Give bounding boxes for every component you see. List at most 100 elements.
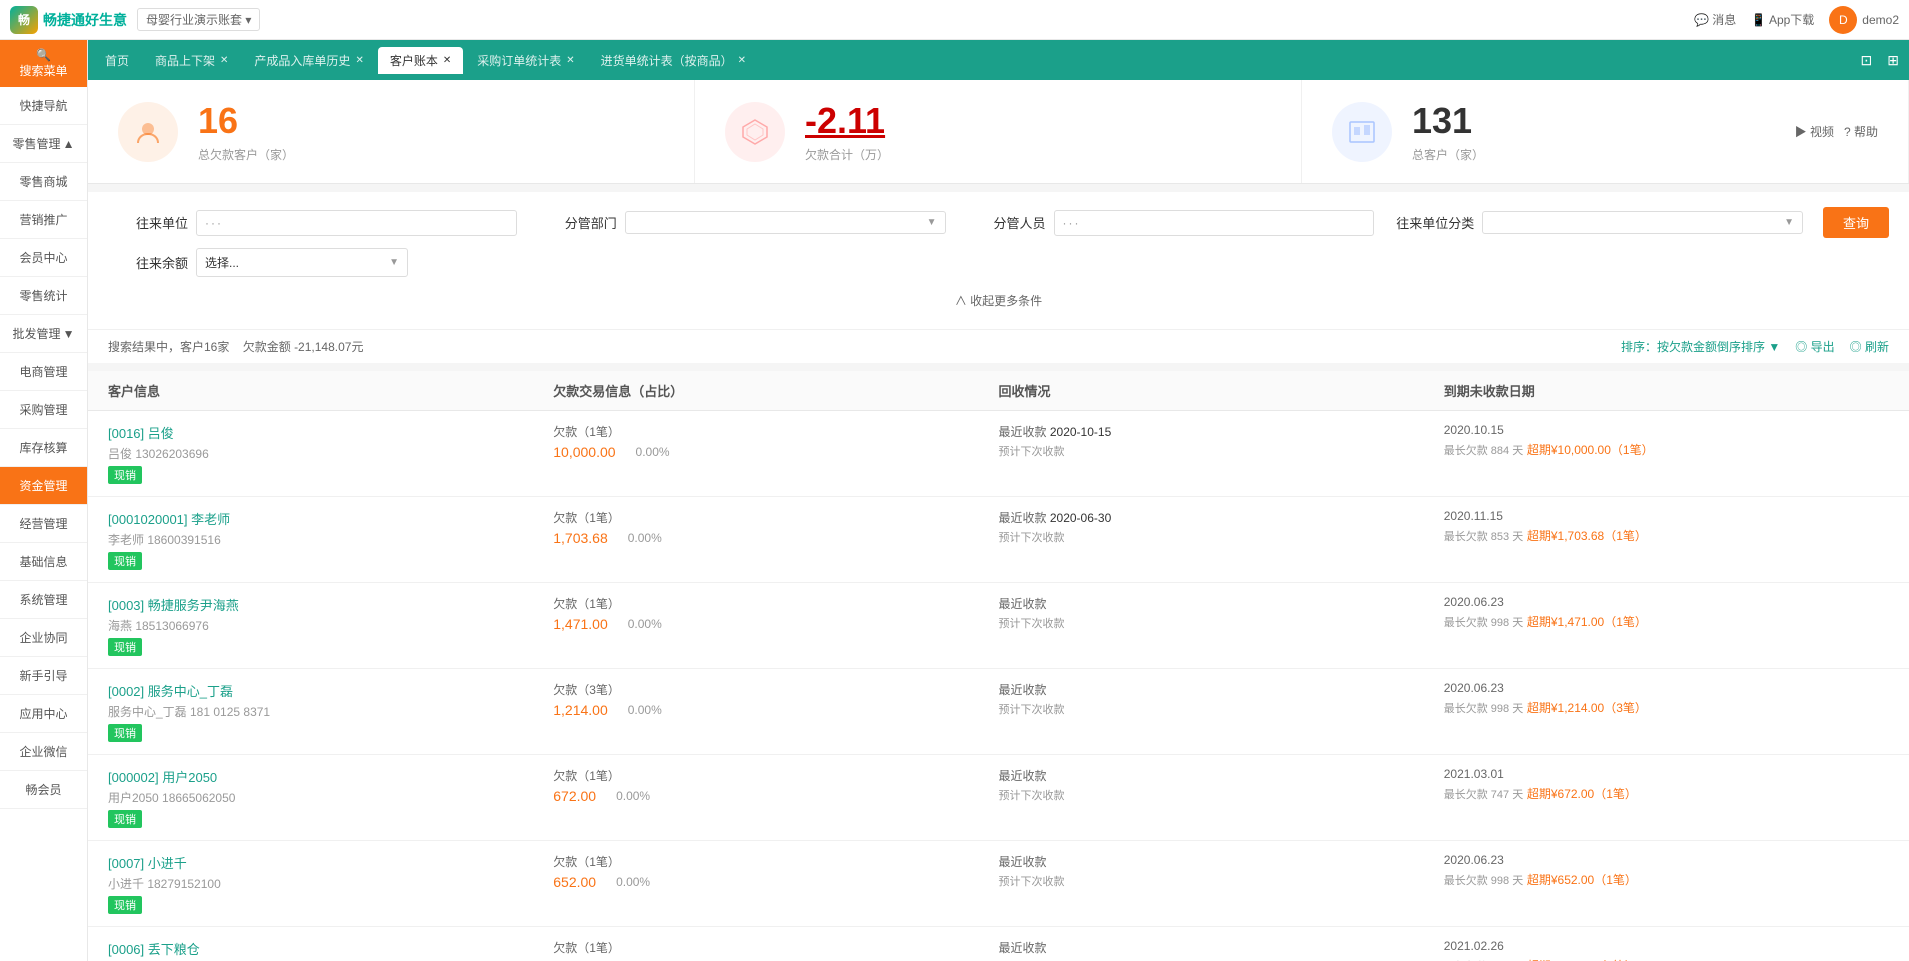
app-download-link[interactable]: 📱 App下载 <box>1751 11 1814 28</box>
filter-department-input[interactable]: ▼ <box>625 211 946 234</box>
summary-card-debt-info: -2.11 欠款合计（万） <box>805 100 889 163</box>
sidebar-item-ops-mgmt[interactable]: 经营管理 <box>0 505 87 543</box>
export-icon: ◎ <box>1795 340 1810 354</box>
filter-department-label: 分管部门 <box>537 213 617 232</box>
sidebar-item-inventory[interactable]: 库存核算 <box>0 429 87 467</box>
tab-minimize-button[interactable]: ⊡ <box>1856 50 1878 71</box>
sidebar-item-label: 零售商城 <box>19 175 67 189</box>
sidebar-item-retail-stats[interactable]: 零售统计 <box>0 277 87 315</box>
username[interactable]: demo2 <box>1862 13 1899 27</box>
overdue-amount-link[interactable]: 超期¥1,214.00（3笔） <box>1527 701 1647 715</box>
customer-name[interactable]: [0006] 丢下粮仓 <box>108 939 553 958</box>
customer-name[interactable]: [0016] 吕俊 <box>108 423 553 442</box>
refresh-button[interactable]: ◎ 刷新 <box>1850 338 1889 355</box>
filter-customer-unit-input[interactable]: ··· <box>196 210 517 236</box>
sidebar-item-retail-mall[interactable]: 零售商城 <box>0 163 87 201</box>
tab-product-off[interactable]: 商品上下架 ✕ <box>143 47 240 74</box>
debt-cell: 欠款（1笔） 652.00 0.00% <box>553 853 998 890</box>
filter-manager-input[interactable]: ··· <box>1054 210 1375 236</box>
sidebar-item-purchase-mgmt[interactable]: 采购管理 <box>0 391 87 429</box>
sidebar-item-member-center[interactable]: 会员中心 <box>0 239 87 277</box>
customer-name[interactable]: [0003] 畅捷服务尹海燕 <box>108 595 553 614</box>
col-customer-info: 客户信息 <box>108 381 553 400</box>
sidebar-item-newbie-guide[interactable]: 新手引导 <box>0 657 87 695</box>
tab-close-icon[interactable]: ✕ <box>355 55 363 66</box>
due-date: 2020.10.15 <box>1444 423 1889 437</box>
sidebar-item-label: 库存核算 <box>19 441 67 455</box>
recovery-cell: 最近收款 预计下次收款 <box>999 767 1444 803</box>
sidebar-item-vip-member[interactable]: 畅会员 <box>0 771 87 809</box>
tab-customer-account[interactable]: 客户账本 ✕ <box>378 47 463 74</box>
total-customers-label: 总客户（家） <box>1412 146 1484 163</box>
customer-name[interactable]: [0002] 服务中心_丁磊 <box>108 681 553 700</box>
due-date-cell: 2021.02.26 最长欠款 750 天 超期¥455.90（1笔） <box>1444 939 1889 961</box>
filter-area: 往来单位 ··· 分管部门 ▼ <box>88 192 1909 329</box>
filter-balance-input[interactable]: 选择... ▼ <box>196 248 408 277</box>
customer-name[interactable]: [0007] 小进千 <box>108 853 553 872</box>
sidebar-item-batch-mgmt[interactable]: 批发管理 ▼ <box>0 315 87 353</box>
video-link[interactable]: ▶ 视频 <box>1795 123 1834 140</box>
sidebar-item-capital-mgmt[interactable]: 资金管理 <box>0 467 87 505</box>
customer-name[interactable]: [000002] 用户2050 <box>108 767 553 786</box>
store-name: 母婴行业演示账套 <box>146 13 242 27</box>
sidebar-item-label: 新手引导 <box>19 669 67 683</box>
overdue-amount-link[interactable]: 超期¥652.00（1笔） <box>1527 873 1637 887</box>
due-date: 2021.03.01 <box>1444 767 1889 781</box>
sidebar-item-label: 畅会员 <box>25 783 61 797</box>
tab-purchase-order[interactable]: 采购订单统计表 ✕ <box>465 47 586 74</box>
overdue-days: 最长欠款 884 天 <box>1444 445 1523 457</box>
tab-home[interactable]: 首页 <box>93 47 141 74</box>
tab-product-history[interactable]: 产成品入库单历史 ✕ <box>242 47 375 74</box>
tab-close-icon[interactable]: ✕ <box>738 55 746 66</box>
message-link[interactable]: 💬 消息 <box>1694 11 1736 28</box>
recovery-next: 预计下次收款 <box>999 787 1444 803</box>
tab-close-icon[interactable]: ✕ <box>443 55 451 66</box>
customer-name[interactable]: [0001020001] 李老师 <box>108 509 553 528</box>
recovery-next: 预计下次收款 <box>999 615 1444 631</box>
sidebar-item-search-menu[interactable]: 🔍 搜索菜单 <box>0 40 87 87</box>
sidebar-item-enterprise-wechat[interactable]: 企业微信 <box>0 733 87 771</box>
customer-tag: 现销 <box>108 638 142 656</box>
user-area: D demo2 <box>1829 6 1899 34</box>
due-date-cell: 2020.06.23 最长欠款 998 天 超期¥1,214.00（3笔） <box>1444 681 1889 716</box>
collapse-button[interactable]: ∧ 收起更多条件 <box>108 287 1889 314</box>
sidebar-item-ecommerce[interactable]: 电商管理 <box>0 353 87 391</box>
debt-count: 欠款（1笔） <box>553 423 998 440</box>
sidebar-item-sys-mgmt[interactable]: 系统管理 <box>0 581 87 619</box>
chevron-down-icon: ▼ <box>389 257 399 268</box>
sidebar-item-retail-mgmt[interactable]: 零售管理 ▲ <box>0 125 87 163</box>
sidebar-item-app-center[interactable]: 应用中心 <box>0 695 87 733</box>
sort-label[interactable]: 排序：按欠款金额倒序排序 ▼ <box>1621 338 1780 355</box>
total-debt-customers: 16 <box>198 100 294 142</box>
customer-cell: [000002] 用户2050 用户2050 18665062050 现销 <box>108 767 553 828</box>
overdue-amount-link[interactable]: 超期¥10,000.00（1笔） <box>1527 443 1654 457</box>
tab-close-icon[interactable]: ✕ <box>566 55 574 66</box>
chevron-down-icon: ▼ <box>1768 340 1780 354</box>
tab-purchase-stat[interactable]: 进货单统计表（按商品） ✕ <box>589 47 758 74</box>
sidebar-item-basic-info[interactable]: 基础信息 <box>0 543 87 581</box>
chevron-icon: ▲ <box>63 137 75 151</box>
query-button[interactable]: 查询 <box>1823 207 1889 238</box>
sidebar-item-quick-nav[interactable]: 快捷导航 <box>0 87 87 125</box>
filter-unit-category-input[interactable]: ▼ <box>1482 211 1803 234</box>
export-button[interactable]: ◎ 导出 <box>1795 338 1834 355</box>
store-selector[interactable]: 母婴行业演示账套 ▾ <box>137 8 260 31</box>
overdue-amount-link[interactable]: 超期¥1,703.68（1笔） <box>1527 529 1647 543</box>
chevron-down-icon: ▾ <box>245 13 251 27</box>
debt-ratio: 0.00% <box>616 789 650 803</box>
sidebar-item-marketing[interactable]: 营销推广 <box>0 201 87 239</box>
table-row: [0007] 小进千 小进千 18279152100 现销 欠款（1笔） 652… <box>88 841 1909 927</box>
sidebar-item-enterprise-coop[interactable]: 企业协同 <box>0 619 87 657</box>
overdue-amount-link[interactable]: 超期¥672.00（1笔） <box>1527 787 1637 801</box>
tab-purchase-order-label: 采购订单统计表 <box>477 52 561 69</box>
tab-maximize-button[interactable]: ⊞ <box>1882 50 1904 71</box>
overdue-amount-link[interactable]: 超期¥1,471.00（1笔） <box>1527 615 1647 629</box>
summary-card-debt-total: -2.11 欠款合计（万） <box>695 80 1302 183</box>
tab-close-icon[interactable]: ✕ <box>220 55 228 66</box>
main-layout: 🔍 搜索菜单 快捷导航 零售管理 ▲ 零售商城 营销推广 会员中心 零售统计 <box>0 40 1909 961</box>
recovery-info: 最近收款 <box>999 595 1444 612</box>
balance-placeholder: 选择... <box>205 254 239 271</box>
overdue-days: 最长欠款 853 天 <box>1444 531 1523 543</box>
top-bar-left: 畅 畅捷通好生意 母婴行业演示账套 ▾ <box>10 6 260 34</box>
help-link[interactable]: ? 帮助 <box>1844 123 1878 140</box>
